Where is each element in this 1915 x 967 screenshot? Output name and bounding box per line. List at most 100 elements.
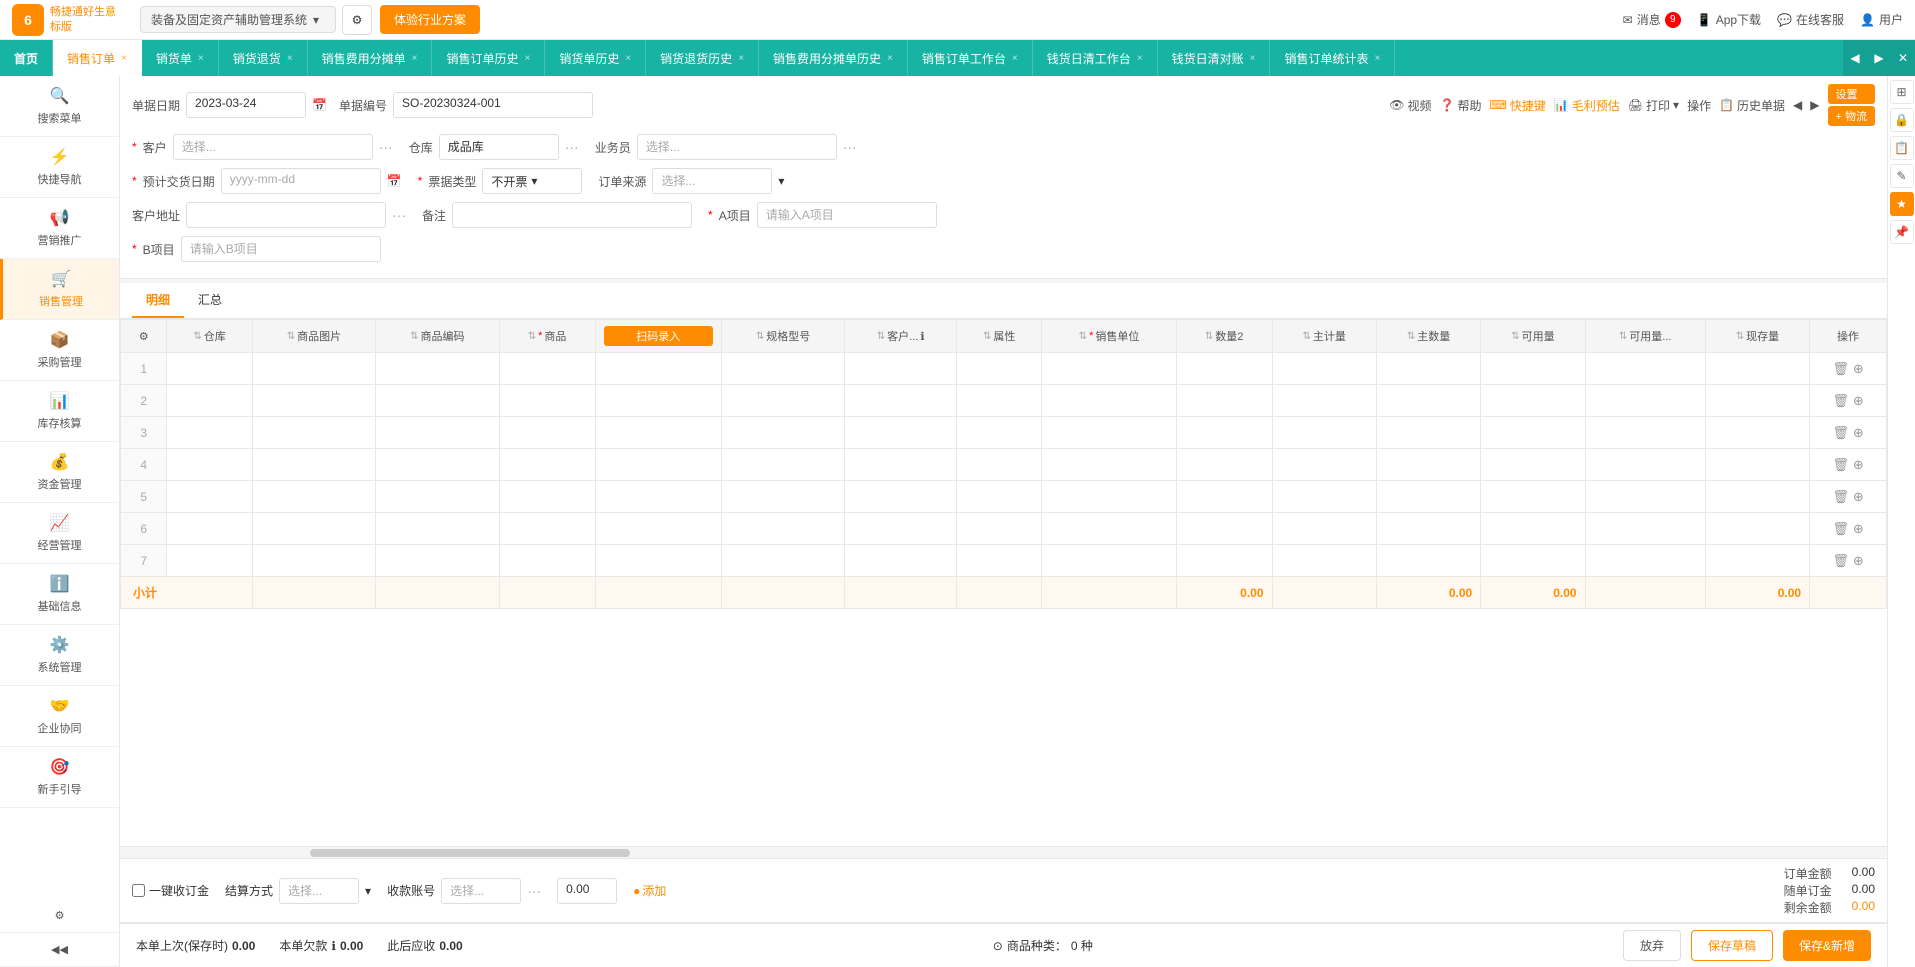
horizontal-scrollbar[interactable]	[120, 846, 1887, 858]
delete-row-icon[interactable]: 🗑	[1832, 361, 1849, 377]
col-unit[interactable]: ⇅*销售单位	[1042, 320, 1176, 353]
warehouse-more-icon[interactable]: ···	[565, 139, 579, 155]
staff-input[interactable]: 选择...	[637, 134, 837, 160]
tab-sales-order[interactable]: 销售订单 ×	[53, 40, 142, 76]
tab-sales-slip[interactable]: 销货单 ×	[142, 40, 219, 76]
one-click-checkbox[interactable]: 一键收订金	[132, 882, 209, 899]
prev-record-btn[interactable]: ◀	[1793, 98, 1802, 112]
copy-row-icon[interactable]: ⊕	[1853, 489, 1864, 505]
col-image[interactable]: ⇅商品图片	[252, 320, 375, 353]
system-selector[interactable]: 装备及固定资产辅助管理系统 ▾	[140, 6, 336, 33]
cell-spec[interactable]	[721, 353, 844, 385]
col-product[interactable]: ⇅*商品	[499, 320, 595, 353]
next-record-btn[interactable]: ▶	[1810, 98, 1819, 112]
address-more-icon[interactable]: ···	[392, 207, 406, 223]
delivery-date-input[interactable]: yyyy-mm-dd	[221, 168, 381, 194]
account-input[interactable]: 选择...	[441, 878, 521, 904]
close-tab-icon[interactable]: ×	[121, 53, 127, 64]
a-project-input[interactable]: 请输入A项目	[757, 202, 937, 228]
scrollbar-thumb[interactable]	[310, 849, 630, 857]
delete-row-icon[interactable]: 🗑	[1832, 425, 1849, 441]
tab-return[interactable]: 销货退货 ×	[219, 40, 308, 76]
nav-prev-arrow[interactable]: ◀	[1843, 40, 1867, 76]
sidebar-item-sales[interactable]: 🛒 销售管理	[0, 259, 119, 320]
tab-order-history[interactable]: 销售订单历史 ×	[432, 40, 545, 76]
sidebar-item-collaboration[interactable]: 🤝 企业协同	[0, 686, 119, 747]
preview-btn[interactable]: 👁 视频	[1389, 97, 1431, 114]
cell-unit[interactable]	[1042, 353, 1176, 385]
one-click-input[interactable]	[132, 884, 145, 897]
close-tab-icon[interactable]: ×	[287, 53, 293, 64]
tab-home[interactable]: 首页	[0, 40, 53, 76]
delete-row-icon[interactable]: 🗑	[1832, 521, 1849, 537]
sidebar-item-guide[interactable]: 🎯 新手引导	[0, 747, 119, 808]
copy-row-icon[interactable]: ⊕	[1853, 553, 1864, 569]
delete-row-icon[interactable]: 🗑	[1832, 457, 1849, 473]
order-num-input[interactable]: SO-20230324-001	[393, 92, 593, 118]
sidebar-item-purchase[interactable]: 📦 采购管理	[0, 320, 119, 381]
discard-button[interactable]: 放弃	[1623, 930, 1681, 961]
cell-current[interactable]	[1705, 353, 1809, 385]
nav-next-arrow[interactable]: ▶	[1867, 40, 1891, 76]
cell-available2[interactable]	[1585, 353, 1705, 385]
sidebar-item-inventory[interactable]: 📊 库存核算	[0, 381, 119, 442]
cell-attr[interactable]	[957, 353, 1042, 385]
delete-row-icon[interactable]: 🗑	[1832, 489, 1849, 505]
calendar-icon[interactable]: 📅	[312, 98, 327, 112]
amount-input[interactable]: 0.00	[557, 878, 617, 904]
tab-expense-split[interactable]: 销售费用分摊单 ×	[308, 40, 433, 76]
print-dropdown-icon[interactable]: ▾	[1673, 98, 1679, 112]
close-tab-icon[interactable]: ×	[524, 53, 530, 64]
close-tab-icon[interactable]: ×	[1012, 53, 1018, 64]
add-button[interactable]: ● 添加	[633, 882, 666, 899]
invoice-type-select[interactable]: 不开票 ▾	[482, 168, 582, 194]
sidebar-item-basic-info[interactable]: ℹ️ 基础信息	[0, 564, 119, 625]
tab-summary[interactable]: 汇总	[184, 283, 236, 318]
staff-more-icon[interactable]: ···	[843, 139, 857, 155]
customer-input[interactable]: 选择...	[173, 134, 373, 160]
cell-customer-sku[interactable]	[845, 353, 957, 385]
cell-product[interactable]	[499, 353, 595, 385]
operation-btn[interactable]: 操作	[1687, 97, 1711, 114]
sidebar-settings-btn[interactable]: ⚙	[0, 899, 119, 933]
solution-button[interactable]: 体验行业方案	[380, 5, 480, 34]
tab-daily-workbench[interactable]: 钱货日清工作台 ×	[1033, 40, 1158, 76]
col-main-qty[interactable]: ⇅主数量	[1376, 320, 1480, 353]
payment-method-input[interactable]: 选择...	[279, 878, 359, 904]
date-input[interactable]: 2023-03-24	[186, 92, 306, 118]
right-action-1[interactable]: ⊞	[1890, 80, 1914, 104]
sidebar-item-system[interactable]: ⚙️ 系统管理	[0, 625, 119, 686]
col-spec[interactable]: ⇅规格型号	[721, 320, 844, 353]
tab-expense-history[interactable]: 销售费用分摊单历史 ×	[759, 40, 908, 76]
cell-sku[interactable]	[376, 353, 499, 385]
cell-qty2[interactable]	[1176, 353, 1272, 385]
settings-button[interactable]: 设置	[1828, 84, 1875, 104]
col-settings[interactable]: ⚙	[121, 320, 167, 353]
tab-workbench[interactable]: 销售订单工作台 ×	[908, 40, 1033, 76]
history-btn[interactable]: 📋 历史单据	[1719, 97, 1785, 114]
settings-icon[interactable]: ⚙	[342, 5, 372, 35]
close-tab-icon[interactable]: ×	[1374, 53, 1380, 64]
cell-main-unit[interactable]	[1272, 353, 1376, 385]
sidebar-item-search[interactable]: 🔍 搜索菜单	[0, 76, 119, 137]
sidebar-item-navigation[interactable]: ⚡ 快捷导航	[0, 137, 119, 198]
add-material-button[interactable]: + 物流	[1828, 106, 1875, 126]
close-tab-icon[interactable]: ×	[198, 53, 204, 64]
right-action-6[interactable]: 📌	[1890, 220, 1914, 244]
sidebar-collapse-btn[interactable]: ◀◀	[0, 933, 119, 967]
tab-return-history[interactable]: 销货退货历史 ×	[646, 40, 759, 76]
sidebar-item-finance[interactable]: 💰 资金管理	[0, 442, 119, 503]
app-download-item[interactable]: 📱 App下载	[1697, 11, 1761, 28]
user-item[interactable]: 👤 用户	[1860, 11, 1903, 28]
right-action-3[interactable]: 📋	[1890, 136, 1914, 160]
close-tab-icon[interactable]: ×	[887, 53, 893, 64]
tab-slip-history[interactable]: 销货单历史 ×	[545, 40, 646, 76]
copy-row-icon[interactable]: ⊕	[1853, 457, 1864, 473]
close-tab-icon[interactable]: ×	[412, 53, 418, 64]
print-btn[interactable]: 🖨 打印 ▾	[1628, 97, 1679, 114]
col-customer-sku[interactable]: ⇅客户... ℹ	[845, 320, 957, 353]
table-scroll[interactable]: ⚙ ⇅仓库 ⇅商品图片 ⇅商品编码 ⇅*商品 扫码录入 ⇅规格型号 ⇅客户...…	[120, 319, 1887, 846]
account-more-icon[interactable]: ···	[527, 883, 541, 899]
col-qty2[interactable]: ⇅数量2	[1176, 320, 1272, 353]
help-btn[interactable]: ❓ 帮助	[1440, 97, 1482, 114]
